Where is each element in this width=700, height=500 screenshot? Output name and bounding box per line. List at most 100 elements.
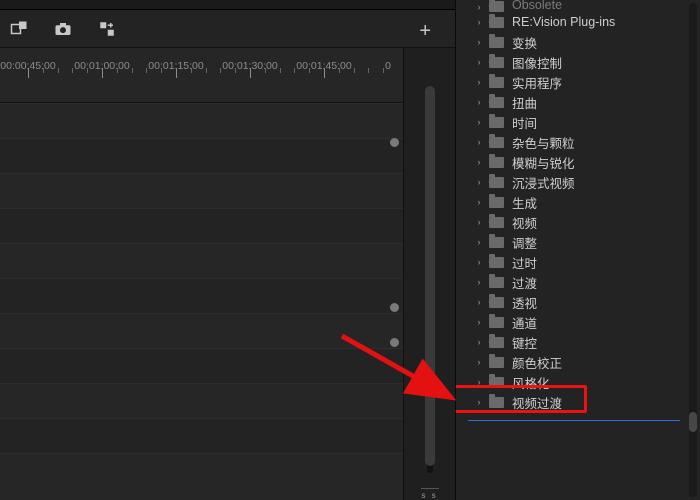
chevron-right-icon: › [474, 277, 484, 287]
effects-folder-row[interactable]: ›变换 [456, 32, 700, 52]
effects-folder-label: 杂色与颗粒 [512, 133, 575, 152]
timeline-track[interactable] [0, 453, 403, 488]
folder-icon [489, 97, 504, 108]
effects-folder-label: 视频过渡 [512, 393, 562, 412]
effects-folder-row[interactable]: › 扭曲 [456, 92, 700, 112]
effects-scrollbar-thumb[interactable] [689, 412, 697, 432]
effects-folder-label: 键控 [512, 333, 537, 352]
effects-folder-row[interactable]: ›沉浸式视频 [456, 172, 700, 192]
effects-folder-row[interactable]: ›颜色校正 [456, 352, 700, 372]
effects-folder-label: 过渡 [512, 273, 537, 292]
effects-panel: ›Obsolete›RE:Vision Plug-ins›变换›图像控制›实用程… [455, 0, 700, 500]
effects-folder-row[interactable]: › 键控 [456, 332, 700, 352]
track-scroll-knob[interactable] [390, 138, 399, 147]
chevron-right-icon: › [474, 317, 484, 327]
effects-folder-row[interactable]: › 透视 [456, 292, 700, 312]
folder-icon [489, 37, 504, 48]
chevron-right-icon: › [474, 117, 484, 127]
track-scroll-knob[interactable] [390, 338, 399, 347]
add-button[interactable]: + [419, 20, 431, 43]
panel-header-strip [0, 0, 455, 10]
effects-folder-label: 通道 [512, 313, 537, 332]
effects-folder-label: 沉浸式视频 [512, 173, 575, 192]
effects-folder-row[interactable]: ›风格化 [456, 372, 700, 392]
effects-folder-row[interactable]: ›视频 [456, 212, 700, 232]
tracks-area[interactable]: 00:00:45:0000:01:00:0000:01:15:0000:01:3… [0, 48, 403, 500]
effects-folder-label: 生成 [512, 193, 537, 212]
slider-footer-label: s s [421, 488, 439, 500]
timeline-panel: + 00:00:45:0000:01:00:0000:01:15:0000:01… [0, 0, 455, 500]
folder-icon [489, 357, 504, 368]
timeline-track[interactable] [0, 418, 403, 453]
folder-icon [489, 1, 504, 12]
folder-icon [489, 137, 504, 148]
folder-icon [489, 217, 504, 228]
effects-folder-label: Obsolete [512, 0, 562, 12]
timeline-track[interactable] [0, 173, 403, 208]
chevron-right-icon: › [474, 17, 484, 27]
folder-icon [489, 77, 504, 88]
folder-icon [489, 117, 504, 128]
chevron-right-icon: › [474, 337, 484, 347]
folder-icon [489, 257, 504, 268]
effects-folder-row[interactable]: ›实用程序 [456, 72, 700, 92]
effects-folder-label: 图像控制 [512, 53, 562, 72]
vertical-zoom-thumb[interactable] [425, 86, 435, 466]
effects-folder-row[interactable]: › Obsolete [456, 0, 700, 12]
effects-folder-label: 过时 [512, 253, 537, 272]
effects-folder-row[interactable]: ›调整 [456, 232, 700, 252]
folder-icon [489, 337, 504, 348]
effects-folder-label: 透视 [512, 293, 537, 312]
ruler-end-label: 0 [385, 60, 391, 72]
folder-icon [489, 197, 504, 208]
folder-icon [489, 397, 504, 408]
folder-icon [489, 237, 504, 248]
effects-folder-row[interactable]: › 杂色与颗粒 [456, 132, 700, 152]
folder-icon [489, 57, 504, 68]
timeline-track[interactable] [0, 383, 403, 418]
effects-folder-row[interactable]: › 过时 [456, 252, 700, 272]
chevron-right-icon: › [474, 397, 484, 407]
chevron-right-icon: › [474, 197, 484, 207]
timeline-track[interactable] [0, 138, 403, 173]
chevron-right-icon: › [474, 297, 484, 307]
timeline-track[interactable] [0, 208, 403, 243]
effects-folder-row[interactable]: › 时间 [456, 112, 700, 132]
folder-icon [489, 297, 504, 308]
time-ruler[interactable]: 00:00:45:0000:01:00:0000:01:15:0000:01:3… [0, 48, 403, 103]
folder-icon [489, 157, 504, 168]
timeline-track[interactable] [0, 243, 403, 278]
chevron-right-icon: › [474, 357, 484, 367]
effects-folder-label: 实用程序 [512, 73, 562, 92]
chevron-right-icon: › [474, 377, 484, 387]
effects-folder-row[interactable]: › 过渡 [456, 272, 700, 292]
effects-folder-row[interactable]: › RE:Vision Plug-ins [456, 12, 700, 32]
timeline-track[interactable] [0, 313, 403, 348]
effects-folder-label: 时间 [512, 113, 537, 132]
timeline-track[interactable] [0, 278, 403, 313]
chevron-right-icon: › [474, 157, 484, 167]
effects-folder-label: RE:Vision Plug-ins [512, 15, 615, 29]
chevron-right-icon: › [474, 257, 484, 267]
effects-folder-row[interactable]: › 生成 [456, 192, 700, 212]
effects-folder-label: 视频 [512, 213, 537, 232]
track-scroll-knob[interactable] [390, 303, 399, 312]
effects-folder-row[interactable]: › 通道 [456, 312, 700, 332]
effects-folder-row[interactable]: › 视频过渡 [456, 392, 700, 412]
selection-underline [468, 420, 680, 421]
chevron-right-icon: › [474, 97, 484, 107]
insert-icon[interactable] [96, 18, 118, 40]
effects-folder-label: 扭曲 [512, 93, 537, 112]
timeline-track[interactable] [0, 103, 403, 138]
vertical-zoom-slider[interactable] [427, 86, 433, 473]
chevron-right-icon: › [474, 37, 484, 47]
effects-folder-row[interactable]: ›模糊与锐化 [456, 152, 700, 172]
effects-folder-row[interactable]: ›图像控制 [456, 52, 700, 72]
folder-icon [489, 317, 504, 328]
timeline-track[interactable] [0, 348, 403, 383]
chevron-right-icon: › [474, 237, 484, 247]
chevron-right-icon: › [474, 2, 484, 12]
camera-icon[interactable] [52, 18, 74, 40]
chevron-right-icon: › [474, 137, 484, 147]
overlay-icon[interactable] [8, 18, 30, 40]
